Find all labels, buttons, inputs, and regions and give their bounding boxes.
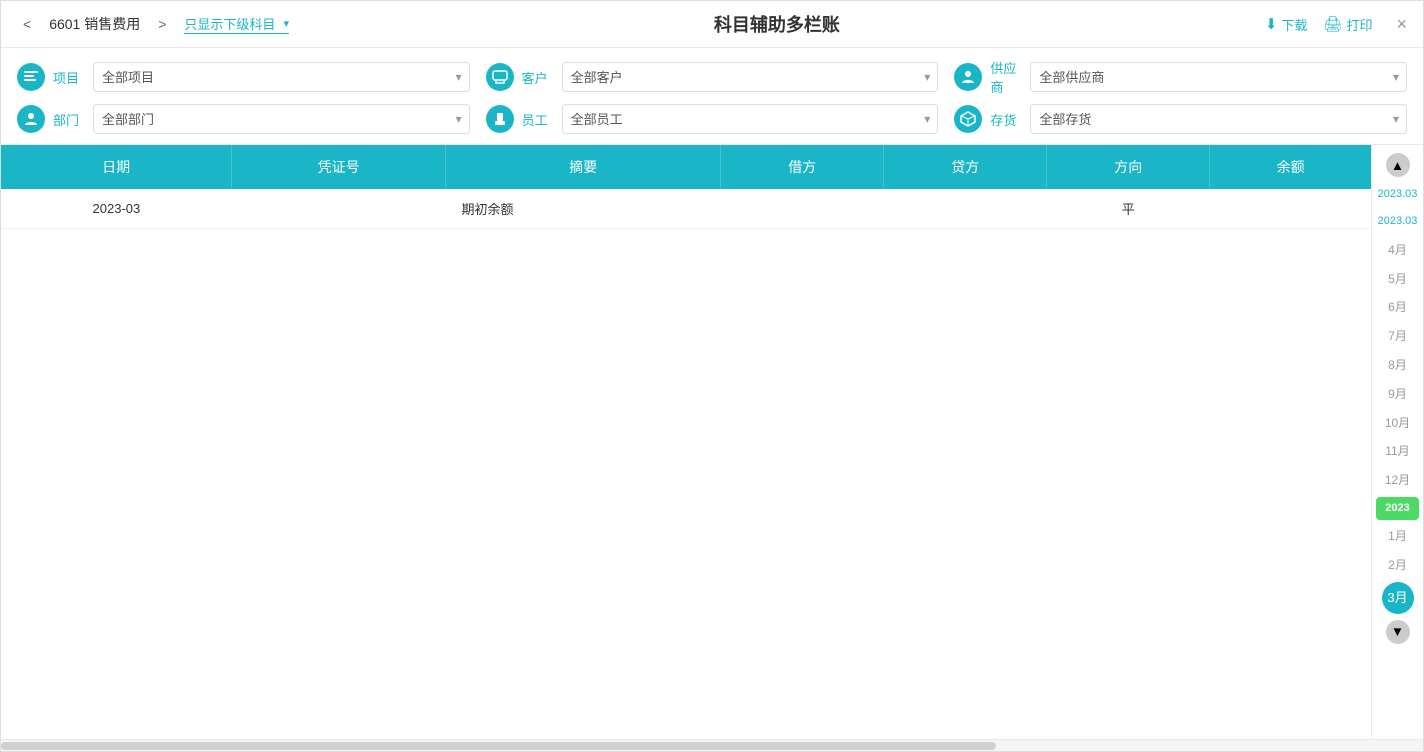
supplier-label: 供应商	[990, 58, 1022, 96]
sidebar-item-0[interactable]: 2023.03	[1372, 181, 1423, 208]
sidebar-item-6month[interactable]: 6月	[1372, 293, 1423, 322]
employee-select[interactable]: 全部员工	[562, 104, 939, 134]
table-header-row: 日期 凭证号 摘要 借方 贷方 方向 余额	[1, 145, 1371, 189]
ledger-table: 日期 凭证号 摘要 借方 贷方 方向 余额 2023-03 期初余额	[1, 145, 1371, 229]
employee-label: 员工	[522, 110, 554, 129]
cell-voucher	[232, 189, 446, 229]
cell-credit	[884, 189, 1047, 229]
sidebar-up-button[interactable]: ▲	[1382, 149, 1414, 181]
dept-select-wrapper[interactable]: 全部部门	[93, 104, 470, 134]
sidebar-item-12month[interactable]: 12月	[1372, 466, 1423, 495]
employee-filter: 员工 全部员工	[486, 104, 939, 134]
cell-summary: 期初余额	[445, 189, 720, 229]
cell-direction: 平	[1047, 189, 1210, 229]
sidebar-item-2month[interactable]: 2月	[1372, 551, 1423, 580]
employee-icon	[486, 105, 514, 133]
customer-select-wrapper[interactable]: 全部客户	[562, 62, 939, 92]
customer-select[interactable]: 全部客户	[562, 62, 939, 92]
project-label: 项目	[53, 68, 85, 87]
chevron-down-icon: ▾	[283, 17, 289, 30]
table-area[interactable]: 日期 凭证号 摘要 借方 贷方 方向 余额 2023-03 期初余额	[1, 145, 1371, 739]
dept-filter: 部门 全部部门	[17, 104, 470, 134]
inventory-select-wrapper[interactable]: 全部存货	[1030, 104, 1407, 134]
inventory-label: 存货	[990, 110, 1022, 129]
sidebar-item-1month[interactable]: 1月	[1372, 522, 1423, 551]
customer-filter: 客户 全部客户	[486, 58, 939, 96]
right-sidebar: ▲ 2023.03 2023.03 4月 5月 6月 7月 8月 9月 10月 …	[1371, 145, 1423, 739]
download-icon: ⬇	[1265, 15, 1278, 33]
sidebar-item-5month[interactable]: 5月	[1372, 265, 1423, 294]
show-sub-button[interactable]: 只显示下级科目 ▾	[184, 14, 289, 34]
inventory-icon	[954, 105, 982, 133]
dept-label: 部门	[53, 110, 85, 129]
sidebar-item-1[interactable]: 2023.03	[1372, 208, 1423, 235]
cell-debit	[721, 189, 884, 229]
account-code: 6601 销售费用	[49, 14, 140, 34]
sidebar-item-3month[interactable]: 3月	[1382, 582, 1414, 614]
col-balance: 余额	[1210, 145, 1371, 189]
cell-date: 2023-03	[1, 189, 232, 229]
project-select[interactable]: 全部项目	[93, 62, 470, 92]
inventory-select[interactable]: 全部存货	[1030, 104, 1407, 134]
print-icon: 🖨	[1323, 15, 1342, 33]
col-date: 日期	[1, 145, 232, 189]
toolbar-right: ⬇ 下载 🖨 打印 ×	[1265, 14, 1407, 35]
sidebar-item-10month[interactable]: 10月	[1372, 409, 1423, 438]
col-summary: 摘要	[445, 145, 720, 189]
project-select-wrapper[interactable]: 全部项目	[93, 62, 470, 92]
sidebar-item-8month[interactable]: 8月	[1372, 351, 1423, 380]
close-button[interactable]: ×	[1396, 14, 1407, 35]
inventory-filter: 存货 全部存货	[954, 104, 1407, 134]
supplier-select-wrapper[interactable]: 全部供应商	[1030, 62, 1407, 92]
main-window: < 6601 销售费用 > 只显示下级科目 ▾ 科目辅助多栏账 ⬇ 下载 🖨 打…	[0, 0, 1424, 752]
dept-icon	[17, 105, 45, 133]
project-icon	[17, 63, 45, 91]
col-credit: 贷方	[884, 145, 1047, 189]
cell-balance	[1210, 189, 1371, 229]
col-voucher: 凭证号	[232, 145, 446, 189]
download-button[interactable]: ⬇ 下载	[1265, 15, 1308, 34]
down-arrow-icon: ▼	[1386, 620, 1410, 644]
customer-icon	[486, 63, 514, 91]
dept-select[interactable]: 全部部门	[93, 104, 470, 134]
scrollbar-thumb	[1, 742, 996, 750]
col-debit: 借方	[721, 145, 884, 189]
supplier-select[interactable]: 全部供应商	[1030, 62, 1407, 92]
sidebar-down-button[interactable]: ▼	[1382, 616, 1414, 648]
horizontal-scrollbar[interactable]	[1, 739, 1423, 751]
next-account-button[interactable]: >	[152, 14, 172, 34]
customer-label: 客户	[522, 68, 554, 87]
content-wrapper: 日期 凭证号 摘要 借方 贷方 方向 余额 2023-03 期初余额	[1, 145, 1423, 739]
up-arrow-icon: ▲	[1386, 153, 1410, 177]
top-bar: < 6601 销售费用 > 只显示下级科目 ▾ 科目辅助多栏账 ⬇ 下载 🖨 打…	[1, 1, 1423, 48]
filter-area: 项目 全部项目 客户 全部客户	[1, 48, 1423, 145]
sidebar-item-year[interactable]: 2023	[1376, 497, 1419, 520]
employee-select-wrapper[interactable]: 全部员工	[562, 104, 939, 134]
supplier-filter: 供应商 全部供应商	[954, 58, 1407, 96]
col-direction: 方向	[1047, 145, 1210, 189]
sidebar-item-11month[interactable]: 11月	[1372, 437, 1423, 466]
page-title: 科目辅助多栏账	[301, 11, 1253, 37]
print-button[interactable]: 🖨 打印	[1323, 15, 1372, 34]
sidebar-item-7month[interactable]: 7月	[1372, 322, 1423, 351]
sidebar-item-4month[interactable]: 4月	[1372, 236, 1423, 265]
supplier-icon	[954, 63, 982, 91]
sidebar-item-9month[interactable]: 9月	[1372, 380, 1423, 409]
project-filter: 项目 全部项目	[17, 58, 470, 96]
prev-account-button[interactable]: <	[17, 14, 37, 34]
table-row: 2023-03 期初余额 平	[1, 189, 1371, 229]
